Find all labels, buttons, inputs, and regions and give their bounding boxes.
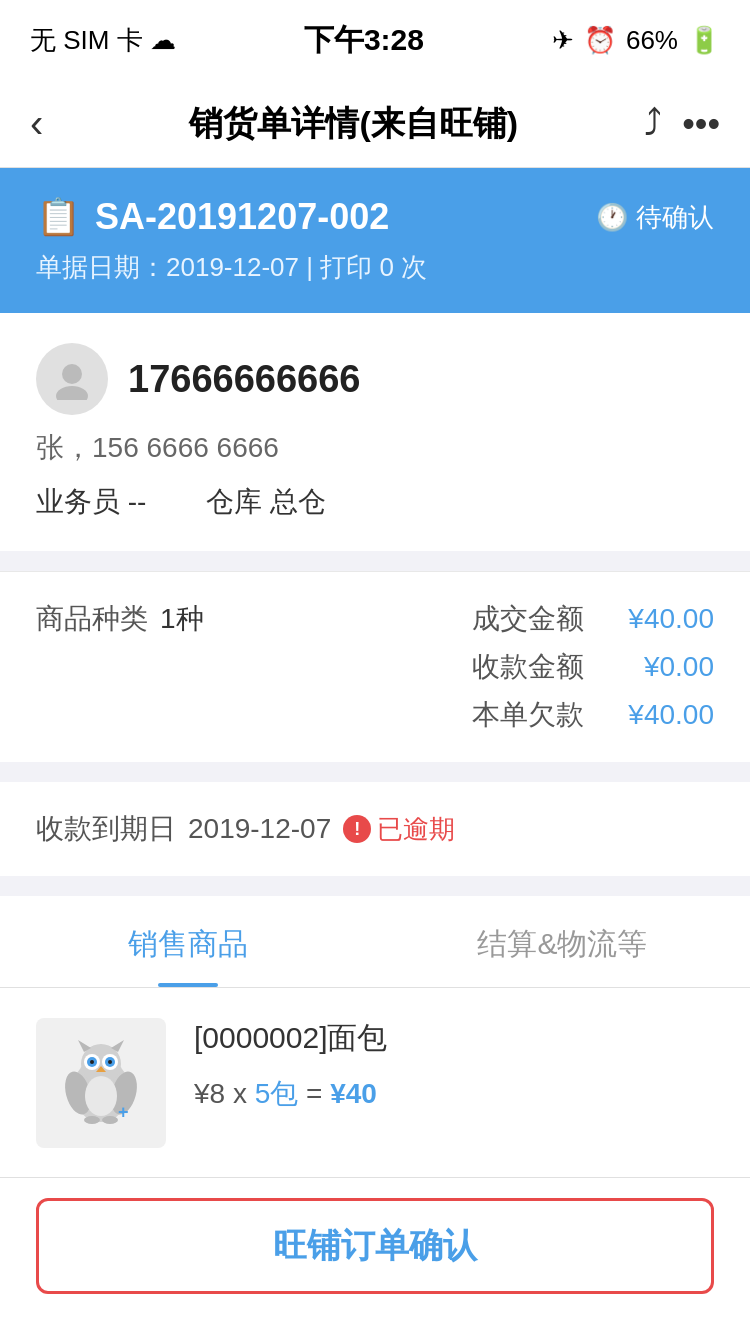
avatar — [36, 343, 108, 415]
due-date-value: 2019-12-07 — [188, 813, 331, 845]
confirm-order-button[interactable]: 旺铺订单确认 — [36, 1198, 714, 1294]
product-image: + — [56, 1038, 146, 1128]
avatar-icon — [51, 358, 93, 400]
deal-amount-row: 成交金额 ¥40.00 — [472, 600, 714, 638]
price-quantity: 5包 — [255, 1078, 299, 1109]
back-button[interactable]: ‹ — [30, 101, 63, 146]
nav-actions: ⤴ ••• — [644, 103, 720, 145]
received-amount-value: ¥0.00 — [604, 651, 714, 683]
amounts: 成交金额 ¥40.00 收款金额 ¥0.00 本单欠款 ¥40.00 — [472, 600, 714, 734]
alarm-icon: ⏰ — [584, 25, 616, 56]
product-section: + [0000002]面包 ¥8 x 5包 = ¥40 — [0, 988, 750, 1178]
battery-status: 66% — [626, 25, 678, 56]
product-types: 商品种类 1种 — [36, 600, 204, 638]
overdue-text: 已逾期 — [377, 812, 455, 847]
bottom-bar: 旺铺订单确认 — [0, 1177, 750, 1334]
tab-products[interactable]: 销售商品 — [0, 896, 375, 987]
status-left: 无 SIM 卡 ☁ — [30, 23, 176, 58]
debt-amount-label: 本单欠款 — [472, 696, 584, 734]
status-bar: 无 SIM 卡 ☁ 下午3:28 ✈ ⏰ 66% 🔋 — [0, 0, 750, 80]
salesperson-label: 业务员 -- — [36, 483, 146, 521]
page-title: 销货单详情(来自旺铺) — [63, 101, 644, 147]
product-types-value: 1种 — [160, 600, 204, 638]
due-section: 收款到期日 2019-12-07 ! 已逾期 — [0, 782, 750, 876]
nav-bar: ‹ 销货单详情(来自旺铺) ⤴ ••• — [0, 80, 750, 168]
order-number: 📋 SA-20191207-002 — [36, 196, 389, 238]
deal-amount-label: 成交金额 — [472, 600, 584, 638]
order-header: 📋 SA-20191207-002 🕐 待确认 单据日期：2019-12-07 … — [0, 168, 750, 313]
product-thumbnail: + — [36, 1018, 166, 1148]
product-price: ¥8 x 5包 = ¥40 — [194, 1075, 714, 1113]
warehouse-label: 仓库 总仓 — [206, 483, 326, 521]
deal-amount-value: ¥40.00 — [604, 603, 714, 635]
customer-card: 17666666666 张，156 6666 6666 业务员 -- 仓库 总仓 — [0, 313, 750, 551]
product-name: [0000002]面包 — [194, 1018, 714, 1059]
more-icon[interactable]: ••• — [682, 103, 720, 145]
status-time: 下午3:28 — [304, 20, 424, 61]
status-right: ✈ ⏰ 66% 🔋 — [552, 25, 720, 56]
svg-point-17 — [102, 1116, 118, 1124]
debt-amount-row: 本单欠款 ¥40.00 — [472, 696, 714, 734]
svg-point-10 — [90, 1060, 94, 1064]
summary-section: 商品种类 1种 成交金额 ¥40.00 收款金额 ¥0.00 本单欠款 ¥40.… — [0, 572, 750, 762]
battery-icon: 🔋 — [688, 25, 720, 56]
product-types-label: 商品种类 — [36, 600, 148, 638]
share-icon[interactable]: ⤴ — [644, 103, 662, 145]
tab-settlement[interactable]: 结算&物流等 — [375, 896, 750, 987]
svg-point-16 — [84, 1116, 100, 1124]
customer-top: 17666666666 — [36, 343, 714, 415]
received-amount-label: 收款金额 — [472, 648, 584, 686]
sim-status: 无 SIM 卡 ☁ — [30, 23, 176, 58]
debt-amount-value: ¥40.00 — [604, 699, 714, 731]
overdue-warning-icon: ! — [343, 815, 371, 843]
order-date: 单据日期：2019-12-07 | 打印 0 次 — [36, 250, 714, 285]
overdue-badge: ! 已逾期 — [343, 812, 455, 847]
svg-point-0 — [62, 364, 82, 384]
tabs-container: 销售商品 结算&物流等 — [0, 896, 750, 988]
due-date-label: 收款到期日 — [36, 810, 176, 848]
svg-point-15 — [85, 1076, 117, 1116]
customer-phone: 17666666666 — [128, 358, 360, 401]
svg-point-11 — [108, 1060, 112, 1064]
customer-name: 张，156 6666 6666 — [36, 429, 714, 467]
order-doc-icon: 📋 — [36, 196, 81, 238]
price-equals: = — [298, 1078, 330, 1109]
svg-point-1 — [56, 386, 88, 400]
clock-icon: 🕐 — [596, 202, 628, 233]
order-header-top: 📋 SA-20191207-002 🕐 待确认 — [36, 196, 714, 238]
location-icon: ✈ — [552, 25, 574, 56]
customer-meta: 业务员 -- 仓库 总仓 — [36, 483, 714, 521]
product-info: [0000002]面包 ¥8 x 5包 = ¥40 — [194, 1018, 714, 1113]
received-amount-row: 收款金额 ¥0.00 — [472, 648, 714, 686]
summary-row: 商品种类 1种 成交金额 ¥40.00 收款金额 ¥0.00 本单欠款 ¥40.… — [36, 600, 714, 734]
order-status: 🕐 待确认 — [596, 200, 714, 235]
product-item: + [0000002]面包 ¥8 x 5包 = ¥40 — [0, 988, 750, 1178]
svg-text:+: + — [118, 1102, 129, 1122]
price-total: ¥40 — [330, 1078, 377, 1109]
price-formula-prefix: ¥8 x — [194, 1078, 255, 1109]
